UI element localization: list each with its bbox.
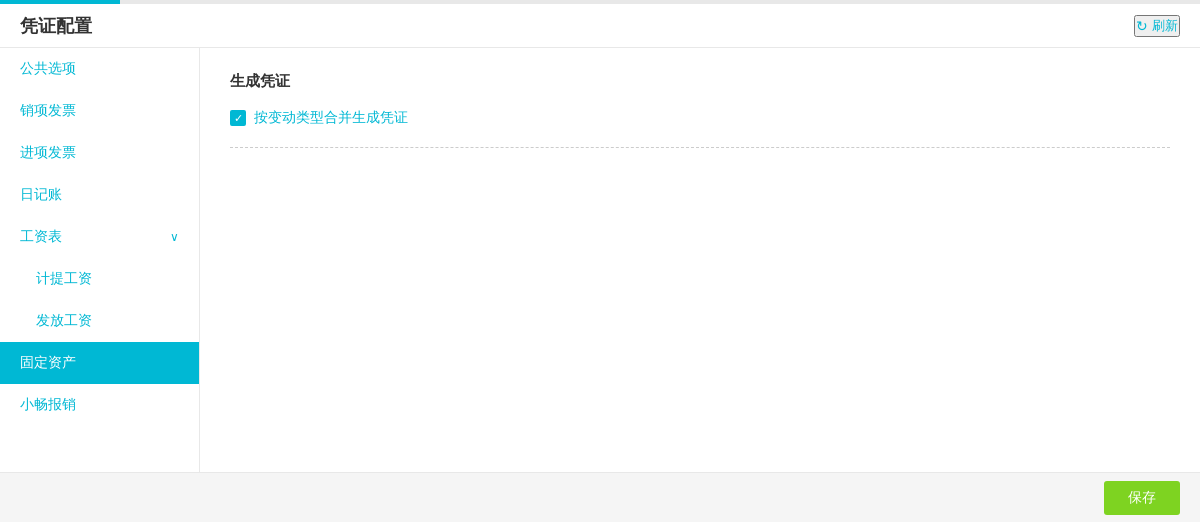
merge-voucher-label[interactable]: 按变动类型合并生成凭证 xyxy=(254,109,408,127)
top-bar xyxy=(0,0,1200,4)
sidebar-item-label: 日记账 xyxy=(20,186,62,204)
footer: 保存 xyxy=(0,472,1200,522)
divider xyxy=(230,147,1170,148)
sidebar-item-label: 计提工资 xyxy=(36,270,92,288)
refresh-button[interactable]: ↻ 刷新 xyxy=(1134,15,1180,37)
sidebar-item-label: 进项发票 xyxy=(20,144,76,162)
save-button[interactable]: 保存 xyxy=(1104,481,1180,515)
main-content: 生成凭证 ✓ 按变动类型合并生成凭证 xyxy=(200,48,1200,472)
sidebar-item-label: 小畅报销 xyxy=(20,396,76,414)
sidebar-item-expense-reimbursement[interactable]: 小畅报销 xyxy=(0,384,199,426)
sidebar-item-label: 发放工资 xyxy=(36,312,92,330)
sidebar-item-label: 销项发票 xyxy=(20,102,76,120)
sidebar-item-label: 工资表 xyxy=(20,228,62,246)
refresh-icon: ↻ xyxy=(1136,18,1148,34)
top-bar-active xyxy=(0,0,120,4)
sidebar-item-accrued-payroll[interactable]: 计提工资 xyxy=(0,258,199,300)
sidebar: 公共选项销项发票进项发票日记账工资表 ∨ 计提工资发放工资固定资产小畅报销 xyxy=(0,48,200,472)
checkbox-row: ✓ 按变动类型合并生成凭证 xyxy=(230,109,1170,127)
merge-voucher-checkbox[interactable]: ✓ xyxy=(230,110,246,126)
body: 公共选项销项发票进项发票日记账工资表 ∨ 计提工资发放工资固定资产小畅报销 生成凭证… xyxy=(0,48,1200,472)
sidebar-item-purchase-invoice[interactable]: 进项发票 xyxy=(0,132,199,174)
sidebar-item-journal[interactable]: 日记账 xyxy=(0,174,199,216)
chevron-down-icon: ∨ xyxy=(170,230,179,244)
sidebar-item-label: 固定资产 xyxy=(20,354,76,372)
sidebar-item-sales-invoice[interactable]: 销项发票 xyxy=(0,90,199,132)
sidebar-item-label: 公共选项 xyxy=(20,60,76,78)
page-wrapper: 凭证配置 ↻ 刷新 公共选项销项发票进项发票日记账工资表 ∨ 计提工资发放工资固定资… xyxy=(0,0,1200,522)
sidebar-item-fixed-assets[interactable]: 固定资产 xyxy=(0,342,199,384)
refresh-label: 刷新 xyxy=(1152,17,1178,35)
sidebar-item-payroll-table[interactable]: 工资表 ∨ xyxy=(0,216,199,258)
check-mark: ✓ xyxy=(234,113,243,124)
header: 凭证配置 ↻ 刷新 xyxy=(0,4,1200,48)
section-title: 生成凭证 xyxy=(230,72,1170,91)
sidebar-item-disbursed-payroll[interactable]: 发放工资 xyxy=(0,300,199,342)
sidebar-item-public-options[interactable]: 公共选项 xyxy=(0,48,199,90)
page-title: 凭证配置 xyxy=(20,14,92,38)
